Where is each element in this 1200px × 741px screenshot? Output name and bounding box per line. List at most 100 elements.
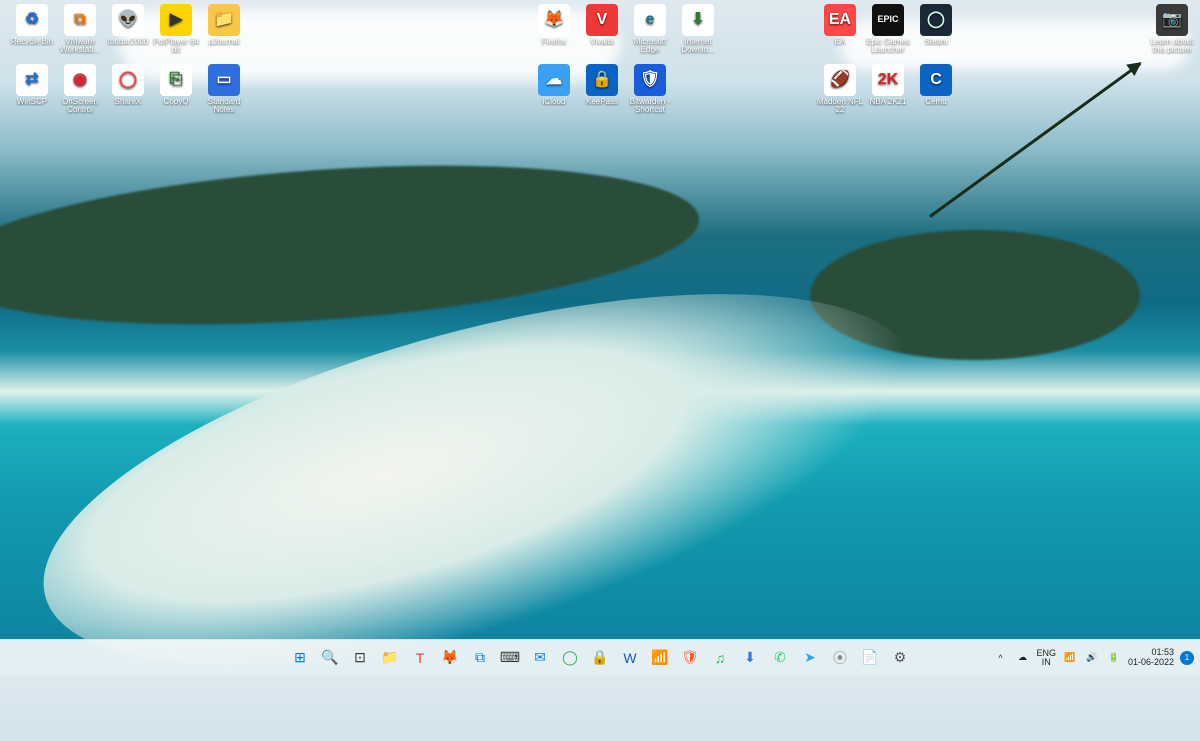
desktop-icon-recycle-bin[interactable]: ♻ Recycle Bin	[8, 4, 56, 46]
tray-battery-icon[interactable]: 🔋	[1106, 650, 1122, 666]
taskbar-todoist[interactable]: T	[407, 645, 433, 671]
bitwarden-icon: 🛡	[634, 64, 666, 96]
desktop-icon-potplayer[interactable]: ▶ PotPlayer 64 bit	[152, 4, 200, 55]
desktop-icon-firefox[interactable]: 🦊 Firefox	[530, 4, 578, 46]
winscp-icon: ⇄	[16, 64, 48, 96]
ea-label: EA	[816, 38, 864, 46]
taskbar-firefox-tb[interactable]: 🦊	[437, 645, 463, 671]
taskbar-keepass-tb[interactable]: 🔒	[587, 645, 613, 671]
taskbar-vitals[interactable]: ⦿	[827, 645, 853, 671]
desktop-icon-nba2k21[interactable]: 2KNBA 2K21	[864, 64, 912, 106]
desktop-icon-ea[interactable]: EA EA	[816, 4, 864, 46]
desktop-icon-stdnotes[interactable]: ▭ Standard Notes	[200, 64, 248, 115]
desktop-icon-copyq[interactable]: ⎘ CopyQ	[152, 64, 200, 106]
spotlight-learn-icon[interactable]: 📷 Learn about this picture	[1148, 4, 1196, 55]
desktop-icon-idm[interactable]: ⬇ Internet Downlo...	[674, 4, 722, 55]
icloud-label: iCloud	[530, 98, 578, 106]
taskbar-settings[interactable]: ⚙	[887, 645, 913, 671]
taskbar-center: ⊞🔍⊡📁T🦊⧉⌨✉◯🔒W📶🛡♫⬇✆➤⦿📄⚙	[287, 645, 913, 671]
desktop-icon-foobar2000[interactable]: 👽 foobar2000	[104, 4, 152, 46]
taskbar-chrome[interactable]: ◯	[557, 645, 583, 671]
tray-chevron-icon[interactable]: ^	[992, 650, 1008, 666]
winscp-label: WinSCP	[8, 98, 56, 106]
stdnotes-label: Standard Notes	[200, 98, 248, 115]
onscreen-icon: ◉	[64, 64, 96, 96]
idm-label: Internet Downlo...	[674, 38, 722, 55]
taskbar-start[interactable]: ⊞	[287, 645, 313, 671]
desktop-icon-vivaldi[interactable]: V Vivaldi	[578, 4, 626, 46]
sharex-icon: ◯	[112, 64, 144, 96]
onscreen-label: OnScreen Control	[56, 98, 104, 115]
cemu-label: Cemu	[912, 98, 960, 106]
edge-icon: e	[634, 4, 666, 36]
taskbar-spotify[interactable]: ♫	[707, 645, 733, 671]
firefox-label: Firefox	[530, 38, 578, 46]
vivaldi-icon: V	[586, 4, 618, 36]
potplayer-label: PotPlayer 64 bit	[152, 38, 200, 55]
tray-notifications-badge[interactable]: 1	[1180, 651, 1194, 665]
taskbar-word[interactable]: W	[617, 645, 643, 671]
nba2k21-icon: 2K	[872, 64, 904, 96]
taskbar-taskview[interactable]: ⊡	[347, 645, 373, 671]
qjournal-label: qJournal	[200, 38, 248, 46]
potplayer-icon: ▶	[160, 4, 192, 36]
foobar2000-label: foobar2000	[104, 38, 152, 46]
desktop-icon-onscreen[interactable]: ◉ OnScreen Control	[56, 64, 104, 115]
foobar2000-icon: 👽	[112, 4, 144, 36]
taskbar-search[interactable]: 🔍	[317, 645, 343, 671]
tray-volume-icon[interactable]: 🔊	[1084, 650, 1100, 666]
firefox-icon: 🦊	[538, 4, 570, 36]
stdnotes-icon: ▭	[208, 64, 240, 96]
taskbar-qbittorrent[interactable]: ⬇	[737, 645, 763, 671]
vivaldi-label: Vivaldi	[578, 38, 626, 46]
desktop-icon-vmware[interactable]: ⧉ VMware Workstati...	[56, 4, 104, 55]
tray-onedrive-icon[interactable]: ☁	[1014, 650, 1030, 666]
camera-icon: 📷	[1162, 12, 1182, 29]
keepass-icon: 🔒	[586, 64, 618, 96]
taskbar-brave[interactable]: 🛡	[677, 645, 703, 671]
sharex-label: ShareX	[104, 98, 152, 106]
taskbar-terminal[interactable]: ⌨	[497, 645, 523, 671]
epic-icon: EPIC	[872, 4, 904, 36]
keepass-label: KeePass	[578, 98, 626, 106]
desktop[interactable]: ♻ Recycle Bin ⧉ VMware Workstati... 👽 foobar2…	[0, 0, 1200, 675]
recycle-bin-icon: ♻	[16, 4, 48, 36]
tray-wifi-icon[interactable]: 📶	[1062, 650, 1078, 666]
epic-label: Epic Games Launcher	[864, 38, 912, 55]
desktop-icon-icloud[interactable]: ☁iCloud	[530, 64, 578, 106]
desktop-icon-steam[interactable]: ◯Steam	[912, 4, 960, 46]
qjournal-icon: 📁	[208, 4, 240, 36]
ea-icon: EA	[824, 4, 856, 36]
taskbar-libreoffice[interactable]: 📄	[857, 645, 883, 671]
taskbar-explorer[interactable]: 📁	[377, 645, 403, 671]
madden-icon: 🏈	[824, 64, 856, 96]
tray-language-bottom: IN	[1036, 658, 1056, 667]
copyq-label: CopyQ	[152, 98, 200, 106]
bitwarden-label: Bitwarden - Shortcut	[626, 98, 674, 115]
desktop-icon-edge[interactable]: e Microsoft Edge	[626, 4, 674, 55]
taskbar-telegram[interactable]: ➤	[797, 645, 823, 671]
desktop-icon-epic[interactable]: EPIC Epic Games Launcher	[864, 4, 912, 55]
vmware-label: VMware Workstati...	[56, 38, 104, 55]
edge-label: Microsoft Edge	[626, 38, 674, 55]
tray-language[interactable]: ENG IN	[1036, 649, 1056, 667]
idm-icon: ⬇	[682, 4, 714, 36]
taskbar-vscode[interactable]: ⧉	[467, 645, 493, 671]
desktop-icon-keepass[interactable]: 🔒 KeePass	[578, 64, 626, 106]
tray-date: 01-06-2022	[1128, 658, 1174, 668]
copyq-icon: ⎘	[160, 64, 192, 96]
taskbar-thunderbird[interactable]: ✉	[527, 645, 553, 671]
desktop-icon-bitwarden[interactable]: 🛡 Bitwarden - Shortcut	[626, 64, 674, 115]
taskbar-whatsapp[interactable]: ✆	[767, 645, 793, 671]
tray-clock[interactable]: 01:53 01-06-2022	[1128, 648, 1174, 668]
desktop-icon-winscp[interactable]: ⇄ WinSCP	[8, 64, 56, 106]
taskbar[interactable]: ⊞🔍⊡📁T🦊⧉⌨✉◯🔒W📶🛡♫⬇✆➤⦿📄⚙ ^ ☁ ENG IN 📶 🔊 🔋 0…	[0, 639, 1200, 675]
desktop-icon-cemu[interactable]: CCemu	[912, 64, 960, 106]
desktop-icon-madden[interactable]: 🏈Madden NFL 22	[816, 64, 864, 115]
desktop-icon-sharex[interactable]: ◯ ShareX	[104, 64, 152, 106]
recycle-bin-label: Recycle Bin	[8, 38, 56, 46]
desktop-icon-qjournal[interactable]: 📁 qJournal	[200, 4, 248, 46]
vmware-icon: ⧉	[64, 4, 96, 36]
system-tray[interactable]: ^ ☁ ENG IN 📶 🔊 🔋 01:53 01-06-2022 1	[992, 640, 1194, 675]
taskbar-rss[interactable]: 📶	[647, 645, 673, 671]
